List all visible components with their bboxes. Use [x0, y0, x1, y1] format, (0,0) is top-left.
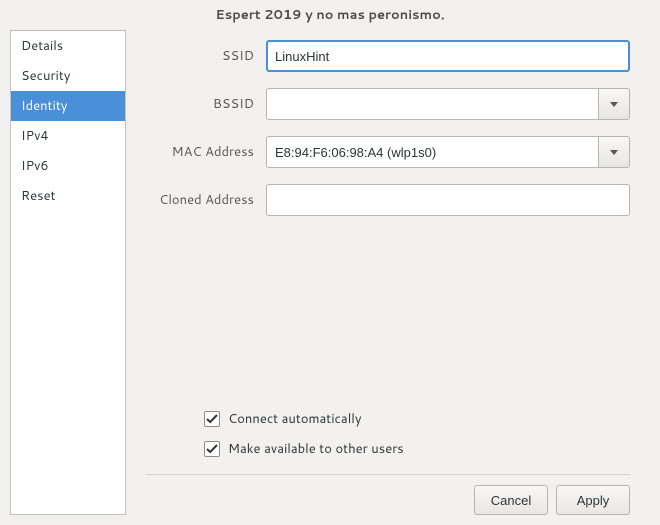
apply-button[interactable]: Apply	[556, 485, 630, 515]
sidebar-item-identity[interactable]: Identity	[11, 91, 125, 121]
footer: Cancel Apply	[146, 474, 630, 515]
check-icon	[206, 443, 218, 455]
sidebar: Details Security Identity IPv4 IPv6 Rese…	[10, 30, 126, 515]
bssid-dropdown-button[interactable]	[598, 88, 630, 120]
row-connect-auto: Connect automatically	[204, 410, 630, 428]
sidebar-item-details[interactable]: Details	[11, 31, 125, 61]
bssid-field-wrap	[266, 88, 630, 120]
sidebar-item-label: Details	[21, 37, 63, 55]
ssid-label: SSID	[146, 47, 266, 65]
available-all-label[interactable]: Make available to other users	[228, 440, 404, 458]
row-available-all: Make available to other users	[204, 440, 630, 458]
sidebar-item-reset[interactable]: Reset	[11, 181, 125, 211]
form: SSID BSSID	[146, 40, 630, 232]
sidebar-item-label: IPv6	[21, 157, 49, 175]
sidebar-item-label: Identity	[21, 97, 68, 115]
available-all-checkbox[interactable]	[204, 441, 220, 457]
mac-label: MAC Address	[146, 143, 266, 161]
check-icon	[206, 413, 218, 425]
connect-auto-label[interactable]: Connect automatically	[228, 410, 362, 428]
mac-input[interactable]	[266, 136, 598, 168]
mac-dropdown-button[interactable]	[598, 136, 630, 168]
window-title: Espert 2019 y no mas peronismo.	[0, 0, 660, 30]
cancel-button[interactable]: Cancel	[474, 485, 548, 515]
sidebar-item-label: Reset	[21, 187, 56, 205]
main-panel: SSID BSSID	[126, 30, 650, 515]
row-bssid: BSSID	[146, 88, 630, 120]
ssid-input[interactable]	[266, 40, 630, 72]
row-ssid: SSID	[146, 40, 630, 72]
caret-down-icon	[610, 102, 618, 107]
row-cloned: Cloned Address	[146, 184, 630, 216]
bssid-label: BSSID	[146, 95, 266, 113]
sidebar-item-ipv4[interactable]: IPv4	[11, 121, 125, 151]
cloned-input[interactable]	[266, 184, 630, 216]
content-area: Details Security Identity IPv4 IPv6 Rese…	[0, 30, 660, 525]
connect-auto-checkbox[interactable]	[204, 411, 220, 427]
cloned-label: Cloned Address	[146, 191, 266, 209]
settings-window: Espert 2019 y no mas peronismo. Details …	[0, 0, 660, 525]
mac-combo	[266, 136, 630, 168]
sidebar-item-security[interactable]: Security	[11, 61, 125, 91]
bssid-combo	[266, 88, 630, 120]
row-mac: MAC Address	[146, 136, 630, 168]
spacer	[146, 232, 630, 406]
sidebar-item-label: IPv4	[21, 127, 49, 145]
sidebar-item-label: Security	[21, 67, 71, 85]
ssid-field-wrap	[266, 40, 630, 72]
mac-field-wrap	[266, 136, 630, 168]
sidebar-item-ipv6[interactable]: IPv6	[11, 151, 125, 181]
caret-down-icon	[610, 150, 618, 155]
bssid-input[interactable]	[266, 88, 598, 120]
cloned-field-wrap	[266, 184, 630, 216]
